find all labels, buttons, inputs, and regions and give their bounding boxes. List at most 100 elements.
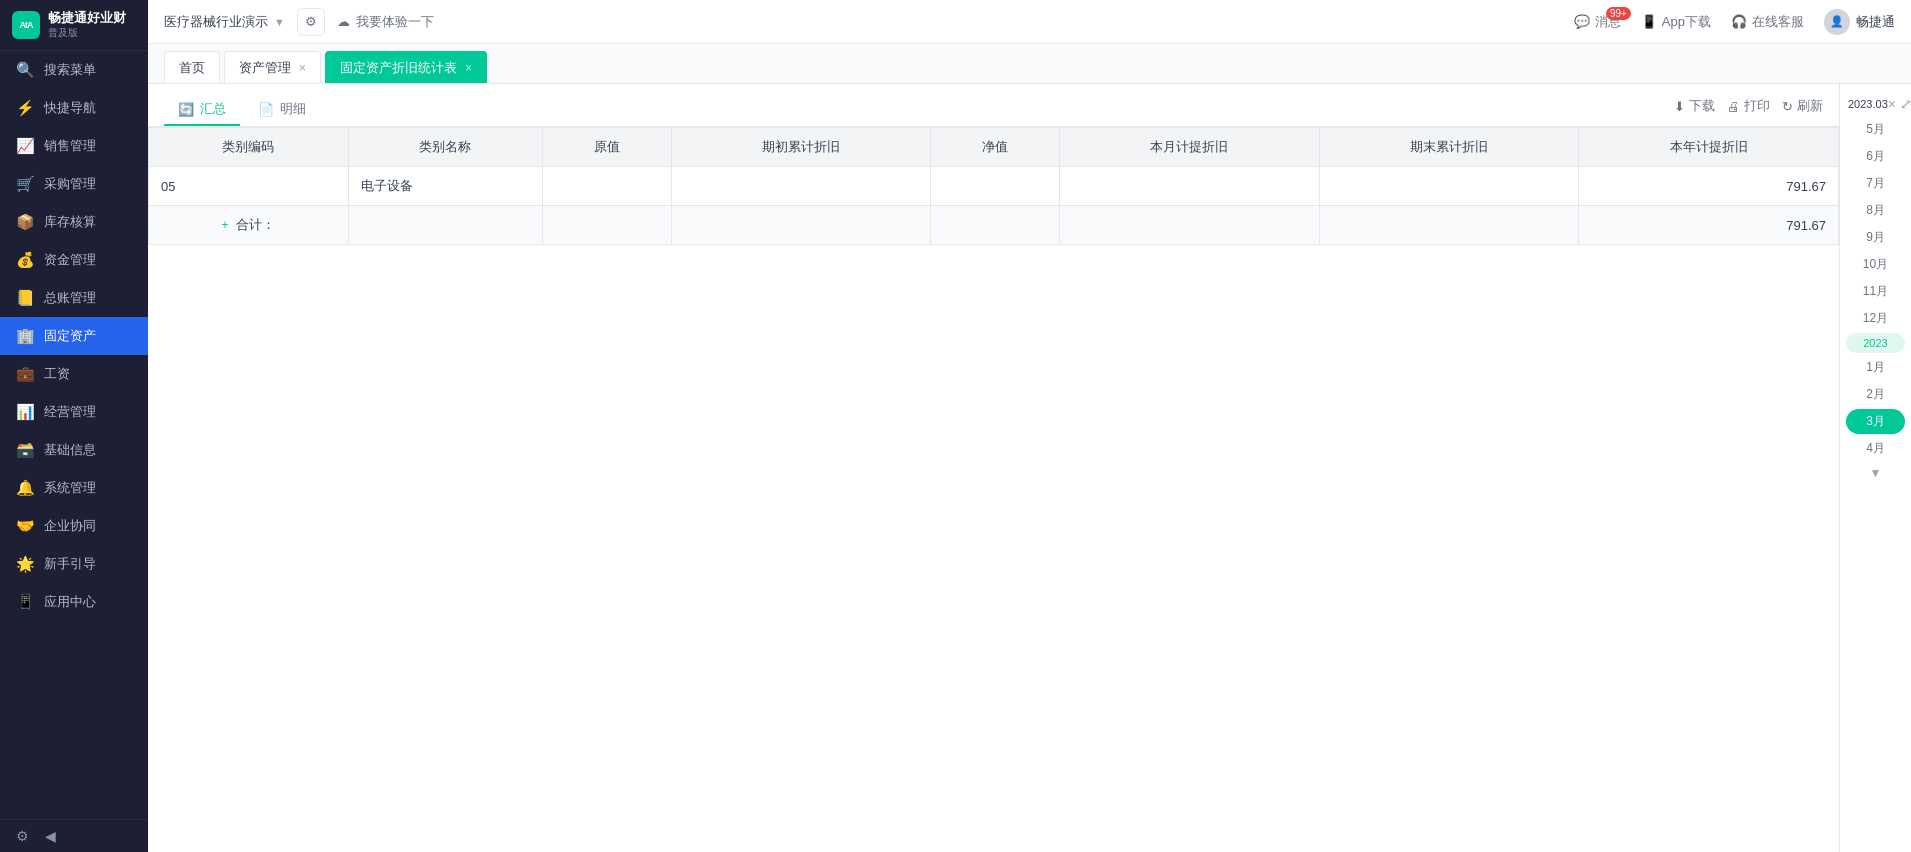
close-tab-depreciation[interactable]: ×	[465, 61, 472, 75]
company-selector[interactable]: 医疗器械行业演示 ▼	[164, 13, 285, 31]
sidebar-item-quick-nav[interactable]: ⚡ 快捷导航	[0, 89, 148, 127]
app-center-icon: 📱	[16, 593, 34, 611]
sidebar-item-label: 固定资产	[44, 327, 96, 345]
tab-asset-mgmt[interactable]: 资产管理 ×	[224, 51, 321, 83]
subtab-detail[interactable]: 📄 明细	[244, 94, 320, 126]
inventory-icon: 📦	[16, 213, 34, 231]
sidebar-item-search[interactable]: 🔍 搜索菜单	[0, 51, 148, 89]
finance-icon: 💰	[16, 251, 34, 269]
month-item-dec[interactable]: 12月	[1840, 305, 1911, 332]
logo-icon: AtA	[12, 11, 40, 39]
sidebar-item-guide[interactable]: 🌟 新手引导	[0, 545, 148, 583]
sidebar-item-label: 快捷导航	[44, 99, 96, 117]
sidebar-nav: 🔍 搜索菜单 ⚡ 快捷导航 📈 销售管理 🛒 采购管理 📦 库存核算 💰 资金管…	[0, 51, 148, 819]
close-panel-button[interactable]: ×	[1888, 96, 1896, 112]
month-item-apr[interactable]: 4月	[1840, 435, 1911, 462]
sidebar-item-purchase[interactable]: 🛒 采购管理	[0, 165, 148, 203]
sidebar-header: AtA 畅捷通好业财 普及版	[0, 0, 148, 51]
sidebar-item-finance[interactable]: 💰 资金管理	[0, 241, 148, 279]
panel-nav-down[interactable]: ▼	[1840, 462, 1911, 484]
subtab-detail-label: 明细	[280, 100, 306, 118]
month-item-aug[interactable]: 8月	[1840, 197, 1911, 224]
month-item-nov[interactable]: 11月	[1840, 278, 1911, 305]
cell-total-net-value	[931, 206, 1060, 245]
sidebar-item-operations[interactable]: 📊 经营管理	[0, 393, 148, 431]
sidebar-item-label: 新手引导	[44, 555, 96, 573]
sidebar-item-inventory[interactable]: 📦 库存核算	[0, 203, 148, 241]
month-item-jul[interactable]: 7月	[1840, 170, 1911, 197]
system-icon: 🔔	[16, 479, 34, 497]
sidebar-item-fixed-assets[interactable]: 🏢 固定资产	[0, 317, 148, 355]
download-icon: 📱	[1641, 14, 1657, 29]
experience-icon: ☁	[337, 14, 350, 29]
experience-button[interactable]: ☁ 我要体验一下	[337, 13, 434, 31]
cell-total-beginning-depreciation	[671, 206, 931, 245]
month-item-jan[interactable]: 1月	[1840, 354, 1911, 381]
sidebar-item-enterprise[interactable]: 🤝 企业协同	[0, 507, 148, 545]
main-area: 医疗器械行业演示 ▼ ⚙ ☁ 我要体验一下 💬 消息 99+ 📱 App下载 🎧…	[148, 0, 1911, 852]
collapse-icon[interactable]: ◀	[45, 828, 56, 844]
cell-net-value	[931, 167, 1060, 206]
sum-icon: +	[221, 217, 229, 232]
sidebar-item-basic-info[interactable]: 🗃️ 基础信息	[0, 431, 148, 469]
month-item-mar[interactable]: 3月	[1846, 409, 1905, 434]
app-download-button[interactable]: 📱 App下载	[1641, 13, 1711, 31]
cell-monthly-depreciation	[1059, 167, 1319, 206]
print-button[interactable]: 🖨 打印	[1727, 97, 1770, 115]
year-period-label: 2023.03	[1848, 98, 1888, 110]
download-button[interactable]: ⬇ 下载	[1674, 97, 1715, 115]
cell-original-value	[542, 167, 671, 206]
tabbar: 首页 资产管理 × 固定资产折旧统计表 ×	[148, 44, 1911, 84]
user-menu[interactable]: 👤 畅捷通	[1824, 9, 1895, 35]
close-tab-asset-mgmt[interactable]: ×	[299, 61, 306, 75]
month-item-sep[interactable]: 9月	[1840, 224, 1911, 251]
sidebar-item-sales[interactable]: 📈 销售管理	[0, 127, 148, 165]
subtab-summary-label: 汇总	[200, 100, 226, 118]
sidebar-item-label: 库存核算	[44, 213, 96, 231]
sidebar-item-label: 企业协同	[44, 517, 96, 535]
subtab-summary[interactable]: 🔄 汇总	[164, 94, 240, 126]
message-button[interactable]: 💬 消息 99+	[1574, 13, 1621, 31]
sidebar: AtA 畅捷通好业财 普及版 🔍 搜索菜单 ⚡ 快捷导航 📈 销售管理 🛒 采购…	[0, 0, 148, 852]
sidebar-bottom: ⚙ ◀	[0, 819, 148, 852]
sidebar-item-label: 应用中心	[44, 593, 96, 611]
sidebar-item-app-center[interactable]: 📱 应用中心	[0, 583, 148, 621]
cell-total-monthly-depreciation	[1059, 206, 1319, 245]
cell-total-annual-depreciation: 791.67	[1579, 206, 1839, 245]
sidebar-item-label: 搜索菜单	[44, 61, 96, 79]
sidebar-item-ledger[interactable]: 📒 总账管理	[0, 279, 148, 317]
tab-home[interactable]: 首页	[164, 51, 220, 83]
col-ending-depreciation: 期末累计折旧	[1319, 128, 1579, 167]
tab-depreciation-label: 固定资产折旧统计表	[340, 59, 457, 77]
message-badge: 99+	[1606, 7, 1631, 20]
sidebar-item-system[interactable]: 🔔 系统管理	[0, 469, 148, 507]
col-code: 类别编码	[149, 128, 349, 167]
sidebar-item-label: 采购管理	[44, 175, 96, 193]
tab-home-label: 首页	[179, 59, 205, 77]
table-header-row: 类别编码 类别名称 原值 期初累计折旧 净值 本月计提折旧 期末累计折旧 本年计…	[149, 128, 1839, 167]
cell-code: 05	[149, 167, 349, 206]
tab-depreciation[interactable]: 固定资产折旧统计表 ×	[325, 51, 487, 83]
month-item-jun[interactable]: 6月	[1840, 143, 1911, 170]
month-item-feb[interactable]: 2月	[1840, 381, 1911, 408]
date-panel: 2023.03 × ⤢ 5月 6月 7月 8月 9月 10月 11月 12月 2…	[1839, 84, 1911, 852]
sidebar-item-label: 资金管理	[44, 251, 96, 269]
month-item-oct[interactable]: 10月	[1840, 251, 1911, 278]
online-service-button[interactable]: 🎧 在线客服	[1731, 13, 1804, 31]
sidebar-item-label: 工资	[44, 365, 70, 383]
content-area: 🔄 汇总 📄 明细 ⬇ 下载 🖨 打印	[148, 84, 1839, 852]
experience-label: 我要体验一下	[356, 13, 434, 31]
sidebar-item-payroll[interactable]: 💼 工资	[0, 355, 148, 393]
username: 畅捷通	[1856, 13, 1895, 31]
table-container: 类别编码 类别名称 原值 期初累计折旧 净值 本月计提折旧 期末累计折旧 本年计…	[148, 127, 1839, 852]
search-icon: 🔍	[16, 61, 34, 79]
company-settings-button[interactable]: ⚙	[297, 8, 325, 36]
refresh-button[interactable]: ↻ 刷新	[1782, 97, 1823, 115]
gear-icon: ⚙	[305, 14, 317, 29]
month-item-may[interactable]: 5月	[1840, 116, 1911, 143]
col-annual-depreciation: 本年计提折旧	[1579, 128, 1839, 167]
depreciation-table: 类别编码 类别名称 原值 期初累计折旧 净值 本月计提折旧 期末累计折旧 本年计…	[148, 127, 1839, 245]
expand-panel-button[interactable]: ⤢	[1900, 96, 1911, 112]
settings-icon[interactable]: ⚙	[16, 828, 29, 844]
guide-icon: 🌟	[16, 555, 34, 573]
